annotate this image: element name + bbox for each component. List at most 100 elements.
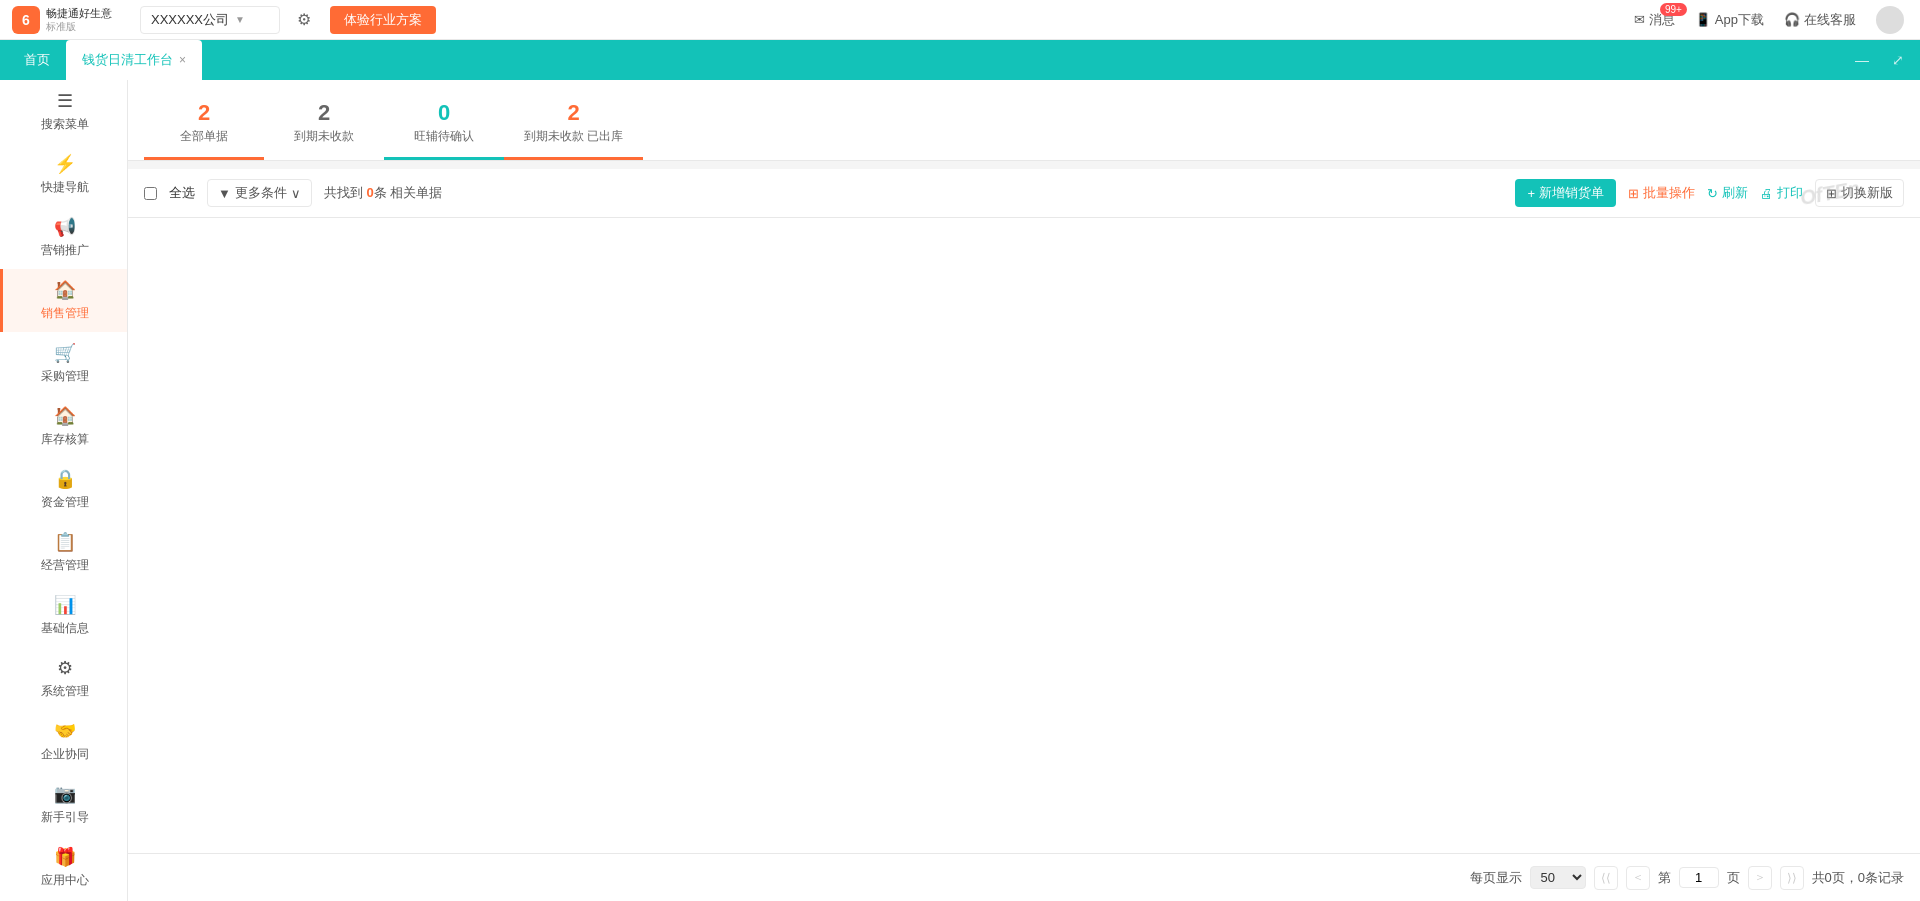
minimize-icon[interactable]: — xyxy=(1848,46,1876,74)
page-label: 第 xyxy=(1658,869,1671,887)
new-btn-label: 新增销货单 xyxy=(1539,184,1604,202)
stat-tab-pending[interactable]: 0 旺辅待确认 xyxy=(384,92,504,160)
filter-label: 更多条件 xyxy=(235,184,287,202)
quick-nav-icon: ⚡ xyxy=(54,153,76,175)
message-item[interactable]: ✉ 消息 99+ xyxy=(1634,11,1675,29)
refresh-label: 刷新 xyxy=(1722,184,1748,202)
sidebar-item-marketing[interactable]: 📢 营销推广 xyxy=(0,206,127,269)
plus-icon: + xyxy=(1527,186,1535,201)
stat-number-overdue-shipped: 2 xyxy=(524,100,623,126)
app-download-item[interactable]: 📱 App下载 xyxy=(1695,11,1764,29)
top-header: 6 畅捷通好生意 标准版 XXXXXX公司 ▼ ⚙ 体验行业方案 ✉ 消息 99… xyxy=(0,0,1920,40)
sidebar-item-inventory[interactable]: 🏠 库存核算 xyxy=(0,395,127,458)
sidebar-item-quick-nav[interactable]: ⚡ 快捷导航 xyxy=(0,143,127,206)
sidebar-item-label: 营销推广 xyxy=(41,242,89,259)
download-icon: 📱 xyxy=(1695,12,1711,27)
sidebar-item-label: 基础信息 xyxy=(41,620,89,637)
stat-number-pending: 0 xyxy=(404,100,484,126)
logo-icon: 6 xyxy=(12,6,40,34)
pagination: 每页显示 50 100 200 ⟨⟨ ＜ 第 页 ＞ ⟩⟩ 共0页，0条记录 xyxy=(128,853,1920,901)
tab-qianhuoriqing[interactable]: 钱货日清工作台 × xyxy=(66,40,202,80)
sidebar-item-sys-mgmt[interactable]: ⚙ 系统管理 xyxy=(0,647,127,710)
batch-label: 批量操作 xyxy=(1643,184,1695,202)
last-page-button[interactable]: ⟩⟩ xyxy=(1780,866,1804,890)
print-button[interactable]: 🖨 打印 xyxy=(1760,184,1803,202)
stat-tab-overdue-shipped[interactable]: 2 到期未收款 已出库 xyxy=(504,92,643,160)
print-label: 打印 xyxy=(1777,184,1803,202)
stat-label-overdue: 到期未收款 xyxy=(284,128,364,145)
sidebar-item-label: 经营管理 xyxy=(41,557,89,574)
stats-tabs: 2 全部单据 2 到期未收款 0 旺辅待确认 2 到期未收款 已出库 xyxy=(128,80,1920,161)
prev-page-button[interactable]: ＜ xyxy=(1626,866,1650,890)
online-service-item[interactable]: 🎧 在线客服 xyxy=(1784,11,1856,29)
sys-mgmt-icon: ⚙ xyxy=(57,657,73,679)
avatar xyxy=(1876,6,1904,34)
switch-label: 切换新版 xyxy=(1841,184,1893,202)
message-badge: 99+ xyxy=(1660,3,1687,16)
basic-info-icon: 📊 xyxy=(54,594,76,616)
sidebar-item-operations[interactable]: 📋 经营管理 xyxy=(0,521,127,584)
sidebar-item-purchase[interactable]: 🛒 采购管理 xyxy=(0,332,127,395)
logo-area: 6 畅捷通好生意 标准版 xyxy=(12,6,140,34)
toolbar-right: + 新增销货单 ⊞ 批量操作 ↻ 刷新 🖨 打印 ⊞ 切换新版 xyxy=(1515,179,1904,207)
company-selector[interactable]: XXXXXX公司 ▼ xyxy=(140,6,280,34)
page-size-select[interactable]: 50 100 200 xyxy=(1530,866,1586,889)
stat-tab-all[interactable]: 2 全部单据 xyxy=(144,92,264,160)
next-page-button[interactable]: ＞ xyxy=(1748,866,1772,890)
beginner-icon: 📷 xyxy=(54,783,76,805)
header-right: ✉ 消息 99+ 📱 App下载 🎧 在线客服 xyxy=(1634,6,1908,34)
page-input[interactable] xyxy=(1679,867,1719,888)
stat-label-overdue-shipped: 到期未收款 已出库 xyxy=(524,128,623,145)
sidebar-item-cooperation[interactable]: 🤝 企业协同 xyxy=(0,710,127,773)
select-all-checkbox[interactable] xyxy=(144,187,157,200)
online-service-label: 在线客服 xyxy=(1804,11,1856,29)
sidebar-item-sales[interactable]: 🏠 销售管理 xyxy=(0,269,127,332)
sidebar-item-label: 资金管理 xyxy=(41,494,89,511)
select-all-label: 全选 xyxy=(169,184,195,202)
sidebar-item-label: 企业协同 xyxy=(41,746,89,763)
inventory-icon: 🏠 xyxy=(54,405,76,427)
sidebar-item-label: 库存核算 xyxy=(41,431,89,448)
batch-operation-button[interactable]: ⊞ 批量操作 xyxy=(1628,184,1695,202)
search-menu-icon: ☰ xyxy=(57,90,73,112)
sidebar-item-app-center[interactable]: 🎁 应用中心 xyxy=(0,836,127,899)
batch-icon: ⊞ xyxy=(1628,186,1639,201)
trial-button[interactable]: 体验行业方案 xyxy=(330,6,436,34)
sidebar-item-label: 销售管理 xyxy=(41,305,89,322)
stat-label-all: 全部单据 xyxy=(164,128,244,145)
sidebar-item-label: 新手引导 xyxy=(41,809,89,826)
maximize-icon[interactable]: ⤢ xyxy=(1884,46,1912,74)
count-number: 0 xyxy=(367,185,374,200)
sidebar-item-search-menu[interactable]: ☰ 搜索菜单 xyxy=(0,80,127,143)
refresh-icon: ↻ xyxy=(1707,186,1718,201)
switch-icon: ⊞ xyxy=(1826,186,1837,201)
stat-number-overdue: 2 xyxy=(284,100,364,126)
stat-tab-overdue[interactable]: 2 到期未收款 xyxy=(264,92,384,160)
sidebar-item-label: 采购管理 xyxy=(41,368,89,385)
stat-number-all: 2 xyxy=(164,100,244,126)
cooperation-icon: 🤝 xyxy=(54,720,76,742)
sidebar: ☰ 搜索菜单 ⚡ 快捷导航 📢 营销推广 🏠 销售管理 🛒 采购管理 🏠 库存核… xyxy=(0,80,128,901)
refresh-button[interactable]: ↻ 刷新 xyxy=(1707,184,1748,202)
sidebar-item-label: 快捷导航 xyxy=(41,179,89,196)
filter-button[interactable]: ▼ 更多条件 ∨ xyxy=(207,179,312,207)
first-page-button[interactable]: ⟨⟨ xyxy=(1594,866,1618,890)
tab-home[interactable]: 首页 xyxy=(8,40,66,80)
filter-icon: ▼ xyxy=(218,186,231,201)
company-name: XXXXXX公司 xyxy=(151,11,229,29)
chevron-down-icon: ▼ xyxy=(235,14,245,25)
sidebar-item-basic-info[interactable]: 📊 基础信息 xyxy=(0,584,127,647)
print-icon: 🖨 xyxy=(1760,186,1773,201)
sales-icon: 🏠 xyxy=(54,279,76,301)
sidebar-item-beginner[interactable]: 📷 新手引导 xyxy=(0,773,127,836)
switch-version-button[interactable]: ⊞ 切换新版 xyxy=(1815,179,1904,207)
close-tab-icon[interactable]: × xyxy=(179,53,186,67)
new-sales-order-button[interactable]: + 新增销货单 xyxy=(1515,179,1616,207)
settings-icon[interactable]: ⚙ xyxy=(288,4,320,36)
page-suffix: 页 xyxy=(1727,869,1740,887)
avatar-area[interactable] xyxy=(1876,6,1908,34)
sidebar-item-capital[interactable]: 🔒 资金管理 xyxy=(0,458,127,521)
purchase-icon: 🛒 xyxy=(54,342,76,364)
filter-chevron-icon: ∨ xyxy=(291,186,301,201)
tab-actions: — ⤢ xyxy=(1848,46,1912,74)
